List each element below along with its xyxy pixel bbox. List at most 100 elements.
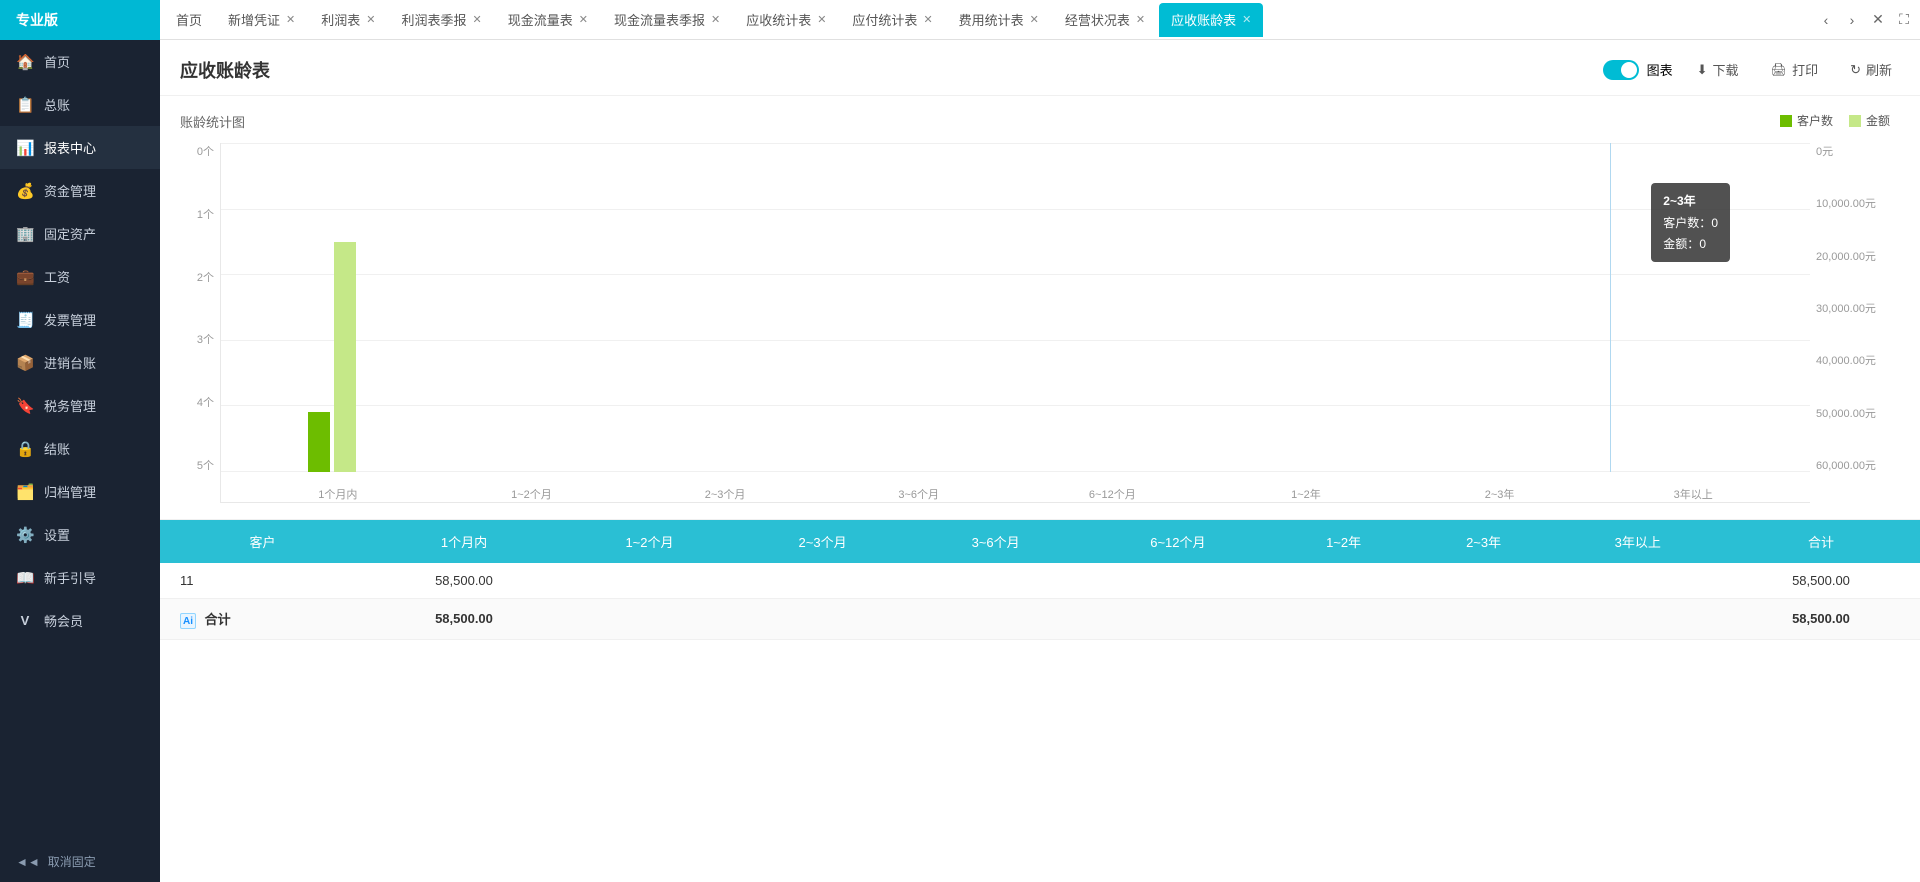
sidebar-pin-toggle[interactable]: ◄◄ 取消固定 xyxy=(0,841,160,882)
print-button[interactable]: 🖨 打印 xyxy=(1763,56,1827,83)
sidebar-item-new-guide[interactable]: 📖 新手引导 xyxy=(0,556,160,599)
cell-month1: 58,500.00 xyxy=(365,563,563,599)
sidebar-item-salary[interactable]: 💼 工资 xyxy=(0,255,160,298)
sidebar-item-capital-mgmt[interactable]: 💰 资金管理 xyxy=(0,169,160,212)
tab-home[interactable]: 首页 xyxy=(164,3,214,37)
x-label-month1: 1个月内 xyxy=(241,480,435,502)
tab-home-label: 首页 xyxy=(176,10,202,29)
sidebar-item-vip[interactable]: V 畅会员 xyxy=(0,599,160,642)
bar-group-year12 xyxy=(1209,143,1403,472)
tab-receivable-aging-label: 应收账龄表 xyxy=(1171,10,1236,29)
th-customer: 客户 xyxy=(160,520,365,563)
sidebar-item-sales-ledger[interactable]: 📦 进销台账 xyxy=(0,341,160,384)
tab-profit-quarterly-close[interactable]: ✕ xyxy=(473,13,482,26)
sidebar-item-settings[interactable]: ⚙️ 设置 xyxy=(0,513,160,556)
tab-receivable-aging[interactable]: 应收账龄表 ✕ xyxy=(1159,3,1263,37)
bar-green-month1[interactable] xyxy=(308,412,330,472)
tab-profit-quarterly-label: 利润表季报 xyxy=(401,10,466,29)
th-year12: 1~2年 xyxy=(1274,520,1414,563)
tab-profit-quarterly[interactable]: 利润表季报 ✕ xyxy=(389,3,493,37)
tab-cash-flow[interactable]: 现金流量表 ✕ xyxy=(496,3,600,37)
sidebar-item-report-center-label: 报表中心 xyxy=(44,138,96,157)
sidebar-item-fixed-assets[interactable]: 🏢 固定资产 xyxy=(0,212,160,255)
y-left-5: 5个 xyxy=(180,457,214,473)
sidebar-item-general-ledger[interactable]: 📋 总账 xyxy=(0,83,160,126)
tab-receivable-aging-close[interactable]: ✕ xyxy=(1242,13,1251,26)
y-right-60k: 60,000.00元 xyxy=(1816,457,1900,473)
tab-cash-flow-quarterly-label: 现金流量表季报 xyxy=(614,10,705,29)
tab-expense-stats[interactable]: 费用统计表 ✕ xyxy=(947,3,1051,37)
sidebar-item-closing[interactable]: 🔒 结账 xyxy=(0,427,160,470)
total-month36 xyxy=(909,599,1082,640)
y-left-0: 0个 xyxy=(180,143,214,159)
tab-new-voucher-label: 新增凭证 xyxy=(228,10,280,29)
sidebar-item-home[interactable]: 🏠 首页 xyxy=(0,40,160,83)
tab-profit[interactable]: 利润表 ✕ xyxy=(309,3,387,37)
bar-group-month612 xyxy=(1016,143,1210,472)
home-icon: 🏠 xyxy=(16,53,34,71)
content-area: 应收账龄表 图表 ⬇ 下载 🖨 打印 ↻ 刷新 xyxy=(160,40,1920,882)
assets-icon: 🏢 xyxy=(16,225,34,243)
sidebar-item-tax-mgmt[interactable]: 🔖 税务管理 xyxy=(0,384,160,427)
tab-cash-flow-quarterly-close[interactable]: ✕ xyxy=(711,13,720,26)
tab-expense-stats-close[interactable]: ✕ xyxy=(1030,13,1039,26)
total-text: 合计 xyxy=(205,612,231,627)
sidebar-item-tax-mgmt-label: 税务管理 xyxy=(44,396,96,415)
y-right-50k: 50,000.00元 xyxy=(1816,405,1900,421)
bar-light-month1[interactable] xyxy=(334,242,356,472)
sidebar-item-general-ledger-label: 总账 xyxy=(44,95,70,114)
tab-cash-flow-quarterly[interactable]: 现金流量表季报 ✕ xyxy=(602,3,732,37)
chart-container: 5个 4个 3个 2个 1个 0个 xyxy=(180,143,1900,503)
total-month612 xyxy=(1082,599,1273,640)
tab-next-button[interactable]: › xyxy=(1840,8,1864,32)
refresh-button[interactable]: ↻ 刷新 xyxy=(1842,56,1900,83)
cell-month612 xyxy=(1082,563,1273,599)
guide-icon: 📖 xyxy=(16,569,34,587)
sidebar-item-closing-label: 结账 xyxy=(44,439,70,458)
legend-customer-label: 客户数 xyxy=(1797,112,1833,129)
tab-new-voucher-close[interactable]: ✕ xyxy=(286,13,295,26)
tab-cash-flow-close[interactable]: ✕ xyxy=(579,13,588,26)
tab-operation-status-close[interactable]: ✕ xyxy=(1136,13,1145,26)
cell-year23 xyxy=(1414,563,1554,599)
tab-receivable-stats-close[interactable]: ✕ xyxy=(817,13,826,26)
x-label-year23: 2~3年 xyxy=(1403,480,1597,502)
th-month23: 2~3个月 xyxy=(736,520,909,563)
tab-payable-stats-close[interactable]: ✕ xyxy=(923,13,932,26)
x-label-year3plus: 3年以上 xyxy=(1596,480,1790,502)
sidebar-item-archive-mgmt[interactable]: 🗂️ 归档管理 xyxy=(0,470,160,513)
refresh-label: 刷新 xyxy=(1866,60,1892,79)
sidebar-bottom-label: 取消固定 xyxy=(48,853,96,870)
archive-icon: 🗂️ xyxy=(16,483,34,501)
total-label: Ai 合计 xyxy=(160,599,365,640)
total-month12 xyxy=(563,599,736,640)
cell-year12 xyxy=(1274,563,1414,599)
tab-profit-close[interactable]: ✕ xyxy=(366,13,375,26)
refresh-icon: ↻ xyxy=(1850,62,1861,78)
tab-payable-stats[interactable]: 应付统计表 ✕ xyxy=(840,3,944,37)
total-total: 58,500.00 xyxy=(1722,599,1920,640)
chart-toggle[interactable] xyxy=(1603,60,1639,80)
page-title: 应收账龄表 xyxy=(180,57,270,83)
data-table: 客户 1个月内 1~2个月 2~3个月 3~6个月 6~12个月 1~2年 2~… xyxy=(160,520,1920,640)
bar-group-year23 xyxy=(1403,143,1597,472)
x-label-year12: 1~2年 xyxy=(1209,480,1403,502)
th-month612: 6~12个月 xyxy=(1082,520,1273,563)
tab-close-all-button[interactable]: ✕ xyxy=(1866,8,1890,32)
total-month1: 58,500.00 xyxy=(365,599,563,640)
x-label-month612: 6~12个月 xyxy=(1016,480,1210,502)
tab-new-voucher[interactable]: 新增凭证 ✕ xyxy=(216,3,307,37)
tab-operation-status[interactable]: 经营状况表 ✕ xyxy=(1053,3,1157,37)
download-button[interactable]: ⬇ 下载 xyxy=(1689,56,1747,83)
chart-toggle-group: 图表 xyxy=(1603,60,1673,80)
tab-receivable-stats[interactable]: 应收统计表 ✕ xyxy=(734,3,838,37)
tab-fullscreen-button[interactable]: ⛶ xyxy=(1892,8,1916,32)
tab-receivable-stats-label: 应收统计表 xyxy=(746,10,811,29)
bar-group-month36 xyxy=(822,143,1016,472)
sidebar-item-settings-label: 设置 xyxy=(44,525,70,544)
legend-amount: 金额 xyxy=(1849,112,1890,129)
sidebar-item-invoice-mgmt[interactable]: 🧾 发票管理 xyxy=(0,298,160,341)
chart-legend: 客户数 金额 xyxy=(1780,112,1890,129)
tab-prev-button[interactable]: ‹ xyxy=(1814,8,1838,32)
sidebar-item-report-center[interactable]: 📊 报表中心 xyxy=(0,126,160,169)
